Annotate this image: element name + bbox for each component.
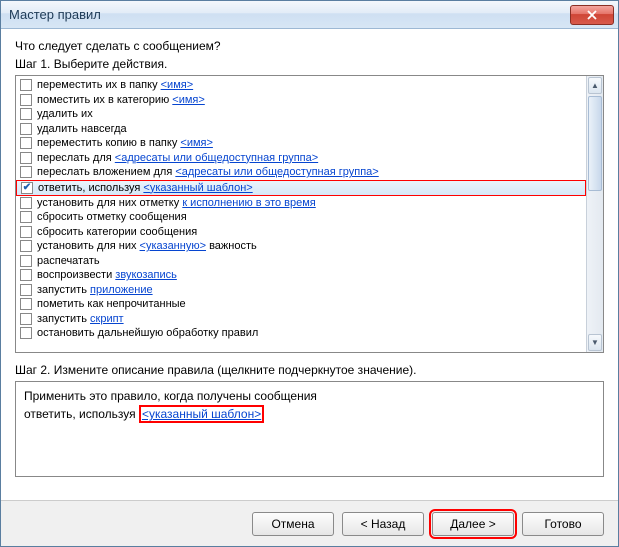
prompt-text: Что следует сделать с сообщением? <box>15 39 604 53</box>
action-label: сбросить отметку сообщения <box>37 210 187 224</box>
action-label: распечатать <box>37 254 100 268</box>
action-checkbox[interactable] <box>20 197 32 209</box>
description-line2: ответить, используя <указанный шаблон> <box>24 405 595 423</box>
action-label: переслать для <адресаты или общедоступна… <box>37 151 318 165</box>
action-row[interactable]: запустить скрипт <box>16 312 586 327</box>
action-label: воспроизвести звукозапись <box>37 268 177 282</box>
action-row[interactable]: остановить дальнейшую обработку правил <box>16 326 586 341</box>
action-row[interactable]: распечатать <box>16 254 586 269</box>
next-button[interactable]: Далее > <box>432 512 514 536</box>
action-label: остановить дальнейшую обработку правил <box>37 326 258 340</box>
action-checkbox[interactable] <box>20 79 32 91</box>
finish-button[interactable]: Готово <box>522 512 604 536</box>
action-label: удалить навсегда <box>37 122 127 136</box>
action-checkbox[interactable] <box>20 255 32 267</box>
step2-label: Шаг 2. Измените описание правила (щелкни… <box>15 363 604 377</box>
action-label: удалить их <box>37 107 93 121</box>
description-line1: Применить это правило, когда получены со… <box>24 388 595 405</box>
action-row[interactable]: запустить приложение <box>16 283 586 298</box>
action-label: переместить копию в папку <имя> <box>37 136 213 150</box>
scroll-down-button[interactable]: ▼ <box>588 334 602 351</box>
action-label: установить для них отметку к исполнению … <box>37 196 316 210</box>
action-checkbox[interactable] <box>20 166 32 178</box>
action-row[interactable]: переместить их в папку <имя> <box>16 78 586 93</box>
action-checkbox[interactable] <box>20 94 32 106</box>
action-checkbox[interactable] <box>20 327 32 339</box>
action-label: переместить их в папку <имя> <box>37 78 193 92</box>
action-checkbox[interactable] <box>20 123 32 135</box>
action-checkbox[interactable] <box>20 269 32 281</box>
action-row[interactable]: сбросить отметку сообщения <box>16 210 586 225</box>
action-link[interactable]: <указанный шаблон> <box>143 182 252 194</box>
action-checkbox[interactable] <box>20 108 32 120</box>
action-row[interactable]: установить для них отметку к исполнению … <box>16 196 586 211</box>
action-label: запустить приложение <box>37 283 153 297</box>
action-checkbox[interactable] <box>20 152 32 164</box>
action-checkbox[interactable] <box>20 211 32 223</box>
action-checkbox[interactable] <box>20 137 32 149</box>
action-checkbox[interactable] <box>20 298 32 310</box>
action-link[interactable]: <адресаты или общедоступная группа> <box>175 166 378 178</box>
scroll-thumb[interactable] <box>588 96 602 191</box>
actions-list[interactable]: переместить их в папку <имя>поместить их… <box>16 76 586 352</box>
action-link[interactable]: <имя> <box>161 79 194 91</box>
action-link[interactable]: звукозапись <box>115 269 177 281</box>
action-checkbox[interactable] <box>20 240 32 252</box>
scroll-up-button[interactable]: ▲ <box>588 77 602 94</box>
action-label: сбросить категории сообщения <box>37 225 197 239</box>
action-link[interactable]: скрипт <box>90 313 124 325</box>
action-label: поместить их в категорию <имя> <box>37 93 205 107</box>
close-icon <box>587 10 597 20</box>
action-row[interactable]: пометить как непрочитанные <box>16 297 586 312</box>
titlebar: Мастер правил <box>1 1 618 29</box>
action-row[interactable]: удалить навсегда <box>16 122 586 137</box>
action-checkbox[interactable] <box>20 313 32 325</box>
action-checkbox[interactable] <box>20 284 32 296</box>
back-button[interactable]: < Назад <box>342 512 424 536</box>
action-link[interactable]: <имя> <box>172 94 205 106</box>
action-link[interactable]: приложение <box>90 284 153 296</box>
action-row[interactable]: удалить их <box>16 107 586 122</box>
window-title: Мастер правил <box>9 7 570 22</box>
scroll-track[interactable] <box>587 95 603 333</box>
action-row[interactable]: ответить, используя <указанный шаблон> <box>16 180 586 196</box>
action-link[interactable]: <адресаты или общедоступная группа> <box>115 152 318 164</box>
action-label: переслать вложением для <адресаты или об… <box>37 165 379 179</box>
action-row[interactable]: поместить их в категорию <имя> <box>16 93 586 108</box>
action-label: пометить как непрочитанные <box>37 297 186 311</box>
action-row[interactable]: сбросить категории сообщения <box>16 225 586 240</box>
action-label: установить для них <указанную> важность <box>37 239 257 253</box>
action-link[interactable]: <указанную> <box>140 240 206 252</box>
cancel-button[interactable]: Отмена <box>252 512 334 536</box>
action-row[interactable]: переслать для <адресаты или общедоступна… <box>16 151 586 166</box>
action-checkbox[interactable] <box>21 182 33 194</box>
action-checkbox[interactable] <box>20 226 32 238</box>
description-box: Применить это правило, когда получены со… <box>15 381 604 477</box>
action-link[interactable]: к исполнению в это время <box>182 197 315 209</box>
scrollbar[interactable]: ▲ ▼ <box>586 76 603 352</box>
action-row[interactable]: переместить копию в папку <имя> <box>16 136 586 151</box>
action-link[interactable]: <имя> <box>180 137 213 149</box>
action-row[interactable]: переслать вложением для <адресаты или об… <box>16 165 586 180</box>
action-row[interactable]: воспроизвести звукозапись <box>16 268 586 283</box>
footer: Отмена < Назад Далее > Готово <box>1 500 618 546</box>
actions-list-container: переместить их в папку <имя>поместить их… <box>15 75 604 353</box>
template-link[interactable]: <указанный шаблон> <box>142 407 261 421</box>
close-button[interactable] <box>570 5 614 25</box>
action-label: запустить скрипт <box>37 312 124 326</box>
step1-label: Шаг 1. Выберите действия. <box>15 57 604 71</box>
action-row[interactable]: установить для них <указанную> важность <box>16 239 586 254</box>
action-label: ответить, используя <указанный шаблон> <box>38 181 253 195</box>
